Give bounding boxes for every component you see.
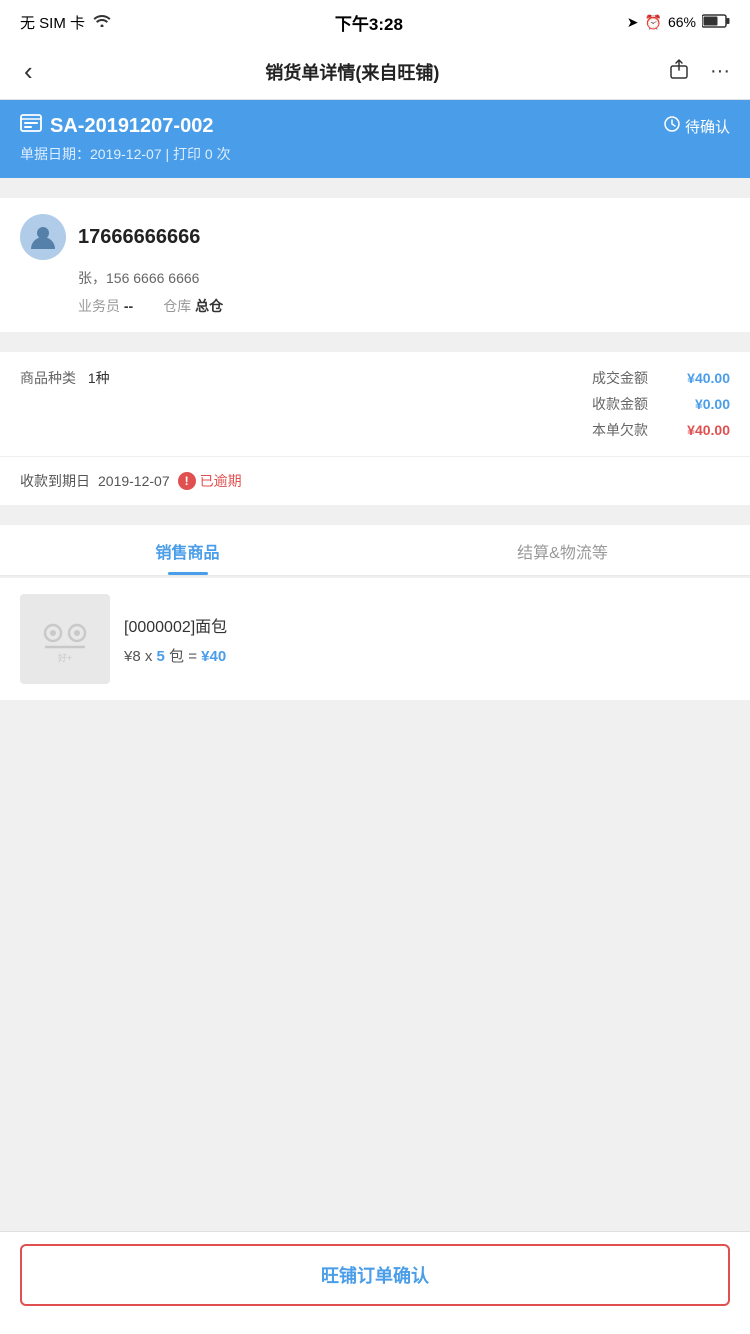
salesperson-label: 业务员 -- [78,296,133,316]
nav-bar: ‹ 销货单详情(来自旺铺) ··· [0,44,750,100]
overdue-text: 已逾期 [200,471,242,491]
battery-icon [702,14,730,31]
product-qty: 5 [157,648,165,665]
back-button[interactable]: ‹ [16,48,41,95]
more-button[interactable]: ··· [706,56,734,87]
due-date-row: 收款到期日 2019-12-07 ! 已逾期 [0,457,750,505]
svg-text:好+: 好+ [58,652,72,663]
product-thumbnail: 好+ [20,594,110,684]
empty-area [0,701,750,901]
order-id: SA-20191207-002 [20,114,213,138]
divider-3 [0,505,750,515]
financial-summary: 成交金额 ¥40.00 收款金额 ¥0.00 本单欠款 ¥40.00 [592,368,730,440]
order-icon [20,114,42,138]
wifi-icon [93,13,111,31]
product-name: [0000002]面包 [124,613,730,637]
product-price: ¥8 [124,648,141,665]
battery-text: 66% [668,14,696,30]
warehouse-label: 仓库 总仓 [163,296,223,316]
status-icons: ➤ ⏰ 66% [627,14,730,31]
status-time: 下午3:28 [335,10,403,35]
order-date: 单据日期：2019-12-07 | 打印 0 次 [20,144,730,164]
status-bar: 无 SIM 卡 下午3:28 ➤ ⏰ 66% [0,0,750,44]
order-header: SA-20191207-002 待确认 单据日期：2019-12-07 | 打印… [0,100,750,178]
customer-name: 张，156 6666 6666 [78,268,730,288]
overdue-badge: ! 已逾期 [178,471,242,491]
order-status: 待确认 [664,116,730,137]
product-list: 好+ [0000002]面包 ¥8 x 5 包 = ¥40 [0,578,750,701]
location-icon: ➤ [627,14,639,31]
due-date-value: 2019-12-07 [98,473,170,489]
alarm-icon: ⏰ [645,14,662,31]
overdue-icon: ! [178,472,196,490]
customer-phone: 17666666666 [78,226,200,249]
share-button[interactable] [664,54,694,90]
status-clock-icon [664,116,680,136]
customer-avatar [20,214,66,260]
carrier-text: 无 SIM 卡 [20,12,85,33]
divider-1 [0,178,750,188]
summary-card: 商品种类 1种 成交金额 ¥40.00 收款金额 ¥0.00 本单欠款 ¥40.… [0,352,750,456]
tab-products[interactable]: 销售商品 [0,525,375,575]
product-total: ¥40 [201,648,226,665]
status-carrier-wifi: 无 SIM 卡 [20,12,111,33]
divider-2 [0,332,750,342]
list-item: 好+ [0000002]面包 ¥8 x 5 包 = ¥40 [0,578,750,701]
tab-bar: 销售商品 结算&物流等 [0,525,750,576]
product-type-row: 商品种类 1种 [20,368,110,388]
product-info: [0000002]面包 ¥8 x 5 包 = ¥40 [124,594,730,684]
due-date-label: 收款到期日 [20,471,90,491]
customer-card: 17666666666 张，156 6666 6666 业务员 -- 仓库 总仓 [0,198,750,332]
bottom-bar: 旺铺订单确认 [0,1231,750,1334]
product-price-row: ¥8 x 5 包 = ¥40 [124,645,730,666]
confirm-order-button[interactable]: 旺铺订单确认 [20,1244,730,1306]
nav-actions: ··· [664,54,734,90]
page-title: 销货单详情(来自旺铺) [265,59,439,85]
customer-meta: 业务员 -- 仓库 总仓 [78,296,730,316]
tab-settlement[interactable]: 结算&物流等 [375,525,750,575]
